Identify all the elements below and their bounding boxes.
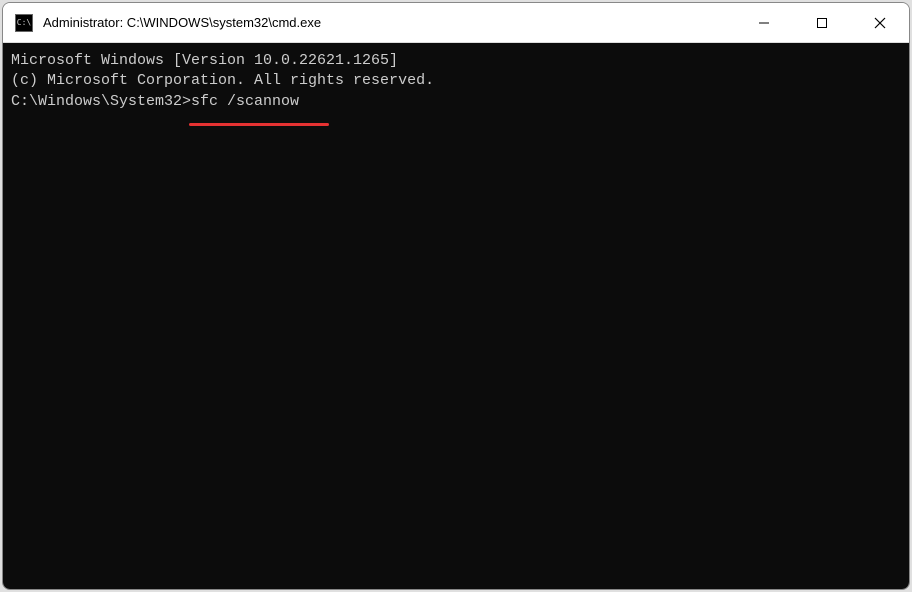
titlebar: C:\ Administrator: C:\WINDOWS\system32\c… xyxy=(3,3,909,43)
cmd-app-icon: C:\ xyxy=(15,14,33,32)
window-controls xyxy=(735,3,909,42)
close-button[interactable] xyxy=(851,3,909,42)
terminal-prompt-line: C:\Windows\System32>sfc /scannow xyxy=(11,92,901,112)
maximize-icon xyxy=(816,17,828,29)
minimize-icon xyxy=(758,17,770,29)
maximize-button[interactable] xyxy=(793,3,851,42)
terminal-prompt: C:\Windows\System32> xyxy=(11,93,191,110)
terminal-line-version: Microsoft Windows [Version 10.0.22621.12… xyxy=(11,51,901,71)
title-left: C:\ Administrator: C:\WINDOWS\system32\c… xyxy=(3,14,735,32)
cmd-app-icon-text: C:\ xyxy=(17,19,31,27)
annotation-underline xyxy=(189,123,329,126)
terminal-command: sfc /scannow xyxy=(191,93,299,110)
close-icon xyxy=(874,17,886,29)
window-title: Administrator: C:\WINDOWS\system32\cmd.e… xyxy=(43,15,321,30)
terminal-area[interactable]: Microsoft Windows [Version 10.0.22621.12… xyxy=(3,43,909,589)
cmd-window: C:\ Administrator: C:\WINDOWS\system32\c… xyxy=(2,2,910,590)
minimize-button[interactable] xyxy=(735,3,793,42)
terminal-line-copyright: (c) Microsoft Corporation. All rights re… xyxy=(11,71,901,91)
